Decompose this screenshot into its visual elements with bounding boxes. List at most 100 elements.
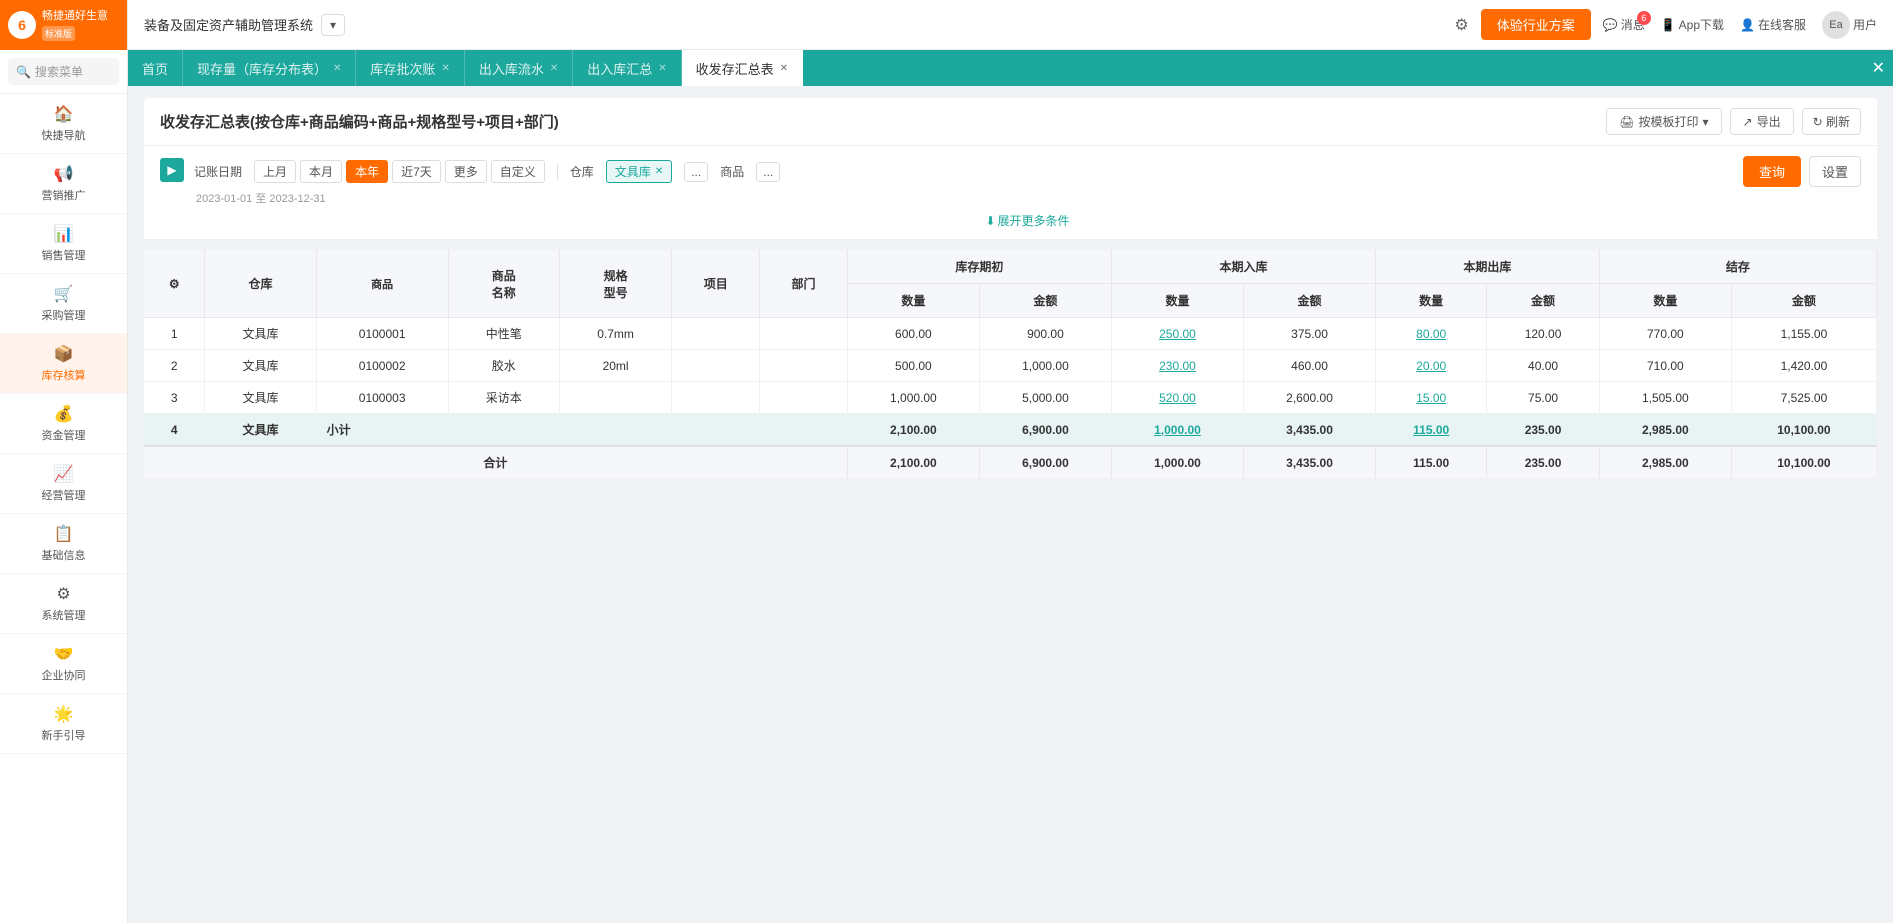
- sidebar-item-purchase[interactable]: 🛒 采购管理: [0, 274, 127, 334]
- sidebar-item-operations[interactable]: 📈 经营管理: [0, 454, 127, 514]
- row-out-qty[interactable]: 15.00: [1376, 382, 1487, 414]
- app-download-btn[interactable]: 📱 App下载: [1661, 16, 1724, 33]
- shortcut-last-month[interactable]: 上月: [254, 160, 296, 183]
- shortcut-custom[interactable]: 自定义: [491, 160, 545, 183]
- th-settings[interactable]: ⚙: [144, 250, 205, 318]
- row-bal-qty: 1,505.00: [1599, 382, 1731, 414]
- tab-close-flow[interactable]: ✕: [550, 63, 558, 74]
- row-project: [672, 350, 760, 382]
- row-goods-code: 0100003: [316, 382, 448, 414]
- tab-batch[interactable]: 库存批次账 ✕: [356, 50, 464, 86]
- try-btn[interactable]: 体验行业方案: [1481, 9, 1591, 40]
- shortcut-7days[interactable]: 近7天: [392, 160, 441, 183]
- filter-separator: [557, 164, 558, 180]
- th-opening: 库存期初: [847, 250, 1111, 284]
- total-out-qty: 115.00: [1376, 446, 1487, 479]
- sidebar-item-quick[interactable]: 🏠 快捷导航: [0, 94, 127, 154]
- sub-out-qty[interactable]: 115.00: [1376, 414, 1487, 447]
- refresh-icon: ↻: [1813, 115, 1823, 129]
- row-in-qty[interactable]: 230.00: [1111, 350, 1243, 382]
- basic-icon: 📋: [54, 524, 74, 544]
- sub-in-amt: 3,435.00: [1244, 414, 1376, 447]
- search-menu-button[interactable]: 🔍 搜索菜单: [8, 58, 119, 85]
- row-in-amt: 460.00: [1244, 350, 1376, 382]
- warehouse-tag[interactable]: 文具库 ✕: [606, 160, 672, 183]
- system-dropdown[interactable]: ▾: [321, 14, 345, 36]
- row-goods-name: 中性笔: [448, 318, 559, 350]
- filter-toggle-btn[interactable]: ▶: [160, 158, 184, 182]
- row-out-amt: 120.00: [1487, 318, 1600, 350]
- th-out: 本期出库: [1376, 250, 1600, 284]
- tab-close-summary[interactable]: ✕: [658, 63, 666, 74]
- sub-bal-amt: 10,100.00: [1731, 414, 1876, 447]
- tab-close-stock[interactable]: ✕: [333, 63, 341, 74]
- tab-close-collect[interactable]: ✕: [780, 63, 788, 74]
- shortcut-this-month[interactable]: 本月: [300, 160, 342, 183]
- export-btn[interactable]: ↗ 导出: [1730, 108, 1794, 135]
- row-goods-code: 0100001: [316, 318, 448, 350]
- total-open-qty: 2,100.00: [847, 446, 979, 479]
- row-out-amt: 40.00: [1487, 350, 1600, 382]
- shortcut-more[interactable]: 更多: [445, 160, 487, 183]
- row-in-qty[interactable]: 520.00: [1111, 382, 1243, 414]
- messages-btn[interactable]: 💬 消息 6: [1603, 16, 1645, 33]
- sidebar-item-sales[interactable]: 📊 销售管理: [0, 214, 127, 274]
- row-warehouse: 文具库: [205, 382, 316, 414]
- sidebar-item-marketing[interactable]: 📢 营销推广: [0, 154, 127, 214]
- main-area: 装备及固定资产辅助管理系统 ▾ ⚙ 体验行业方案 💬 消息 6 📱 App下: [128, 0, 1893, 923]
- logo-tag: 标准版: [42, 26, 75, 41]
- search-icon: 🔍: [16, 65, 31, 79]
- date-filter-label: 记账日期: [194, 163, 242, 180]
- tab-close-all[interactable]: ✕: [1872, 58, 1893, 78]
- tab-stock[interactable]: 现存量（库存分布表） ✕: [183, 50, 356, 86]
- user-area[interactable]: Ea 用户: [1822, 11, 1877, 39]
- tab-close-batch[interactable]: ✕: [441, 63, 449, 74]
- query-btn[interactable]: 查询: [1743, 156, 1801, 187]
- sub-open-qty: 2,100.00: [847, 414, 979, 447]
- row-open-amt: 5,000.00: [979, 382, 1111, 414]
- tab-home[interactable]: 首页: [128, 50, 183, 86]
- th-in: 本期入库: [1111, 250, 1375, 284]
- row-open-amt: 900.00: [979, 318, 1111, 350]
- row-out-qty[interactable]: 20.00: [1376, 350, 1487, 382]
- online-service-btn[interactable]: 👤 在线客服: [1740, 16, 1806, 33]
- tab-flow[interactable]: 出入库流水 ✕: [465, 50, 573, 86]
- filter-settings-btn[interactable]: 设置: [1809, 156, 1861, 187]
- sidebar-search-area: 🔍 搜索菜单: [0, 50, 127, 94]
- th-in-qty: 数量: [1111, 284, 1243, 318]
- shortcut-this-year[interactable]: 本年: [346, 160, 388, 183]
- tab-summary[interactable]: 出入库汇总 ✕: [573, 50, 681, 86]
- sidebar-item-system[interactable]: ⚙ 系统管理: [0, 574, 127, 634]
- expand-more-btn[interactable]: ⬇ 展开更多条件: [985, 212, 1069, 229]
- sidebar-item-corp[interactable]: 🤝 企业协同: [0, 634, 127, 694]
- row-in-amt: 2,600.00: [1244, 382, 1376, 414]
- row-in-qty[interactable]: 250.00: [1111, 318, 1243, 350]
- row-goods-name: 胶水: [448, 350, 559, 382]
- messages-badge: 6: [1637, 11, 1651, 25]
- print-btn[interactable]: 🖨 按模板打印 ▾: [1606, 108, 1721, 135]
- warehouse-tag-close-icon[interactable]: ✕: [655, 166, 663, 177]
- refresh-btn[interactable]: ↻ 刷新: [1802, 108, 1861, 135]
- row-bal-qty: 770.00: [1599, 318, 1731, 350]
- row-out-qty[interactable]: 80.00: [1376, 318, 1487, 350]
- row-bal-amt: 1,155.00: [1731, 318, 1876, 350]
- th-dept: 部门: [760, 250, 848, 318]
- sub-in-qty[interactable]: 1,000.00: [1111, 414, 1243, 447]
- sales-icon: 📊: [54, 224, 74, 244]
- sidebar-item-finance[interactable]: 💰 资金管理: [0, 394, 127, 454]
- th-out-amt: 金额: [1487, 284, 1600, 318]
- goods-dots-btn[interactable]: ...: [756, 162, 780, 182]
- tab-collect[interactable]: 收发存汇总表 ✕: [682, 50, 803, 86]
- gear-icon[interactable]: ⚙: [1454, 15, 1468, 35]
- warehouse-dots-btn[interactable]: ...: [684, 162, 708, 182]
- sub-no: 4: [144, 414, 205, 447]
- content-area: 收发存汇总表(按仓库+商品编码+商品+规格型号+项目+部门) 🖨 按模板打印 ▾…: [128, 86, 1893, 923]
- total-bal-qty: 2,985.00: [1599, 446, 1731, 479]
- guide-icon: 🌟: [54, 704, 74, 724]
- row-goods-spec: 0.7mm: [559, 318, 671, 350]
- sidebar-item-inventory[interactable]: 📦 库存核算: [0, 334, 127, 394]
- table-settings-icon[interactable]: ⚙: [169, 277, 180, 291]
- table-row: 3 文具库 0100003 采访本 1,000.00 5,000.00 520.…: [144, 382, 1877, 414]
- sidebar-item-guide[interactable]: 🌟 新手引导: [0, 694, 127, 754]
- sidebar-item-basic[interactable]: 📋 基础信息: [0, 514, 127, 574]
